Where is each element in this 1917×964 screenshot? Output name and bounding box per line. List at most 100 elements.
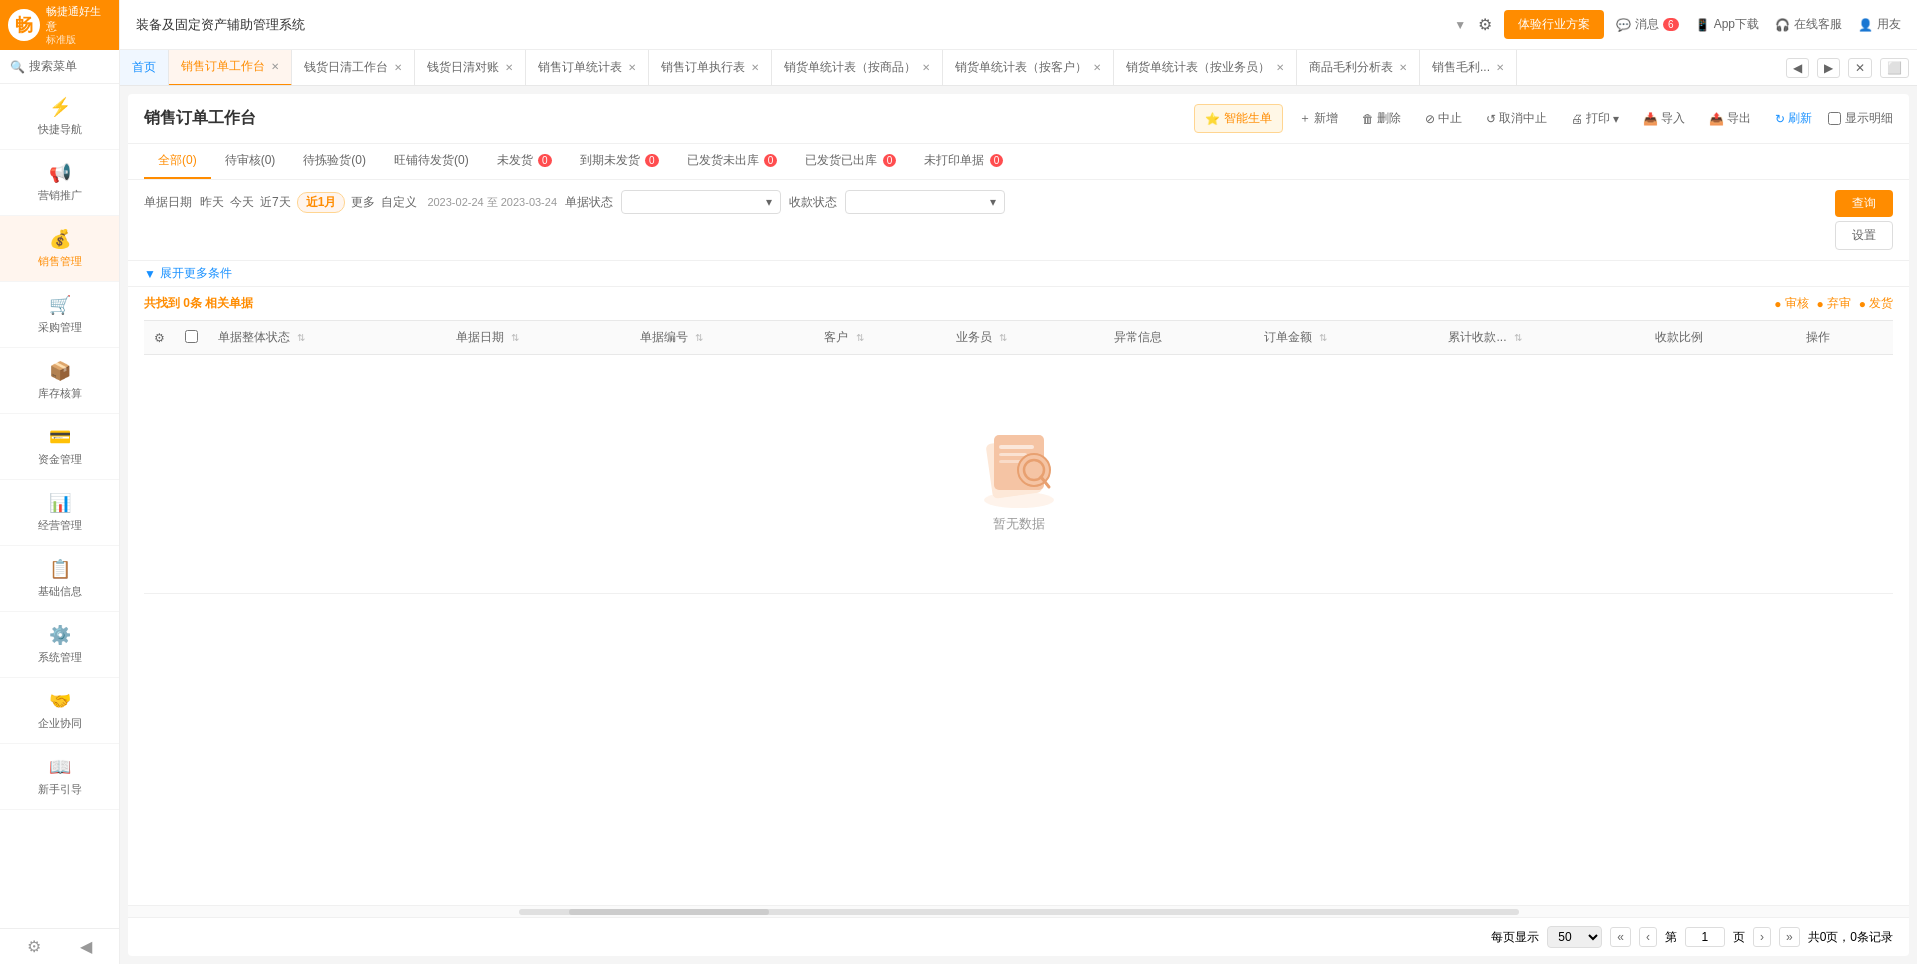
header-gear-icon[interactable]: ⚙ [1478,15,1492,34]
cancel-audit-btn[interactable]: ● 弃审 [1817,295,1851,312]
th-settings[interactable]: ⚙ [144,321,175,355]
tab-cash-daily[interactable]: 钱货日清工作台 ✕ [292,50,415,86]
tab-close-icon-9[interactable]: ✕ [1399,62,1407,73]
page-size-select[interactable]: 50 100 200 [1547,926,1602,948]
sidebar-item-inventory[interactable]: 📦 库存核算 [0,348,119,414]
next-page-btn[interactable]: › [1753,927,1771,947]
title-arrow-icon[interactable]: ▼ [1454,18,1466,32]
sub-tab-pending-audit[interactable]: 待审核(0) [211,144,290,179]
page-number-input[interactable] [1685,927,1725,947]
tab-close-icon-4[interactable]: ✕ [628,62,636,73]
sidebar-search[interactable]: 🔍 搜索菜单 [0,50,119,84]
sidebar-item-purchase[interactable]: 🛒 采购管理 [0,282,119,348]
stop-btn[interactable]: ⊘ 中止 [1417,105,1470,132]
sub-tab-shipped-not-out[interactable]: 已发货未出库 0 [673,144,792,179]
sidebar-item-guide[interactable]: 📖 新手引导 [0,744,119,810]
tab-sales-customer[interactable]: 销货单统计表（按客户） ✕ [943,50,1114,86]
prev-page-btn[interactable]: ‹ [1639,927,1657,947]
sidebar-item-basic[interactable]: 📋 基础信息 [0,546,119,612]
select-all-checkbox[interactable] [185,330,198,343]
date-7days[interactable]: 近7天 [260,194,291,211]
tab-sales-product[interactable]: 销货单统计表（按商品） ✕ [772,50,943,86]
sidebar-item-operations[interactable]: 📊 经营管理 [0,480,119,546]
sidebar-item-sales[interactable]: 💰 销售管理 [0,216,119,282]
online-service-item[interactable]: 🎧 在线客服 [1775,16,1842,33]
sub-tab-all[interactable]: 全部(0) [144,144,211,179]
filter-settings-btn[interactable]: 设置 [1835,221,1893,250]
date-custom[interactable]: 自定义 [381,194,417,211]
payment-status-select[interactable]: ▾ [845,190,1005,214]
last-page-btn[interactable]: » [1779,927,1800,947]
tab-sales-order-workbench[interactable]: 销售订单工作台 ✕ [169,50,292,86]
industry-btn[interactable]: 体验行业方案 [1504,10,1604,39]
tab-maximize-btn[interactable]: ⬜ [1880,58,1909,78]
page-suffix: 页 [1733,929,1745,946]
tab-prev-btn[interactable]: ◀ [1786,58,1809,78]
settings-bottom-icon[interactable]: ⚙ [27,937,41,956]
ship-btn[interactable]: ● 发货 [1859,295,1893,312]
sidebar-item-enterprise[interactable]: 🤝 企业协同 [0,678,119,744]
collapse-icon[interactable]: ◀ [80,937,92,956]
tab-close-icon[interactable]: ✕ [271,61,279,72]
add-btn[interactable]: ＋ 新增 [1291,105,1346,132]
date-1month[interactable]: 近1月 [297,192,346,213]
tab-close-icon-2[interactable]: ✕ [394,62,402,73]
tab-close-icon-7[interactable]: ✕ [1093,62,1101,73]
tab-close-icon-8[interactable]: ✕ [1276,62,1284,73]
sort-icon-6[interactable]: ⇅ [1319,332,1327,343]
export-btn[interactable]: 📤 导出 [1701,105,1759,132]
sort-icon-1[interactable]: ⇅ [511,332,519,343]
tab-margin-analysis[interactable]: 商品毛利分析表 ✕ [1297,50,1420,86]
tab-cash-reconcile[interactable]: 钱货日清对账 ✕ [415,50,526,86]
date-today[interactable]: 今天 [230,194,254,211]
sub-tab-not-shipped[interactable]: 未发货 0 [483,144,566,179]
show-detail-label[interactable]: 显示明细 [1828,110,1893,127]
scrollbar-thumb[interactable] [569,909,769,915]
show-detail-checkbox[interactable] [1828,112,1841,125]
sub-tab-wangpu-ship[interactable]: 旺铺待发货(0) [380,144,483,179]
sidebar-item-finance[interactable]: 💳 资金管理 [0,414,119,480]
tab-next-btn[interactable]: ▶ [1817,58,1840,78]
tab-sales-stats[interactable]: 销售订单统计表 ✕ [526,50,649,86]
tab-sales-margin[interactable]: 销售毛利... ✕ [1420,50,1517,86]
date-yesterday[interactable]: 昨天 [200,194,224,211]
tab-close-icon-3[interactable]: ✕ [505,62,513,73]
ai-gen-btn[interactable]: ⭐ 智能生单 [1194,104,1283,133]
status-select[interactable]: ▾ [621,190,781,214]
date-more[interactable]: 更多 [351,194,375,211]
first-page-btn[interactable]: « [1610,927,1631,947]
scrollbar-track[interactable] [519,909,1519,915]
sub-tab-not-printed[interactable]: 未打印单据 0 [910,144,1017,179]
sidebar-item-marketing[interactable]: 📢 营销推广 [0,150,119,216]
print-btn[interactable]: 🖨 打印 ▾ [1563,105,1627,132]
tab-sales-exec[interactable]: 销售订单执行表 ✕ [649,50,772,86]
expand-btn[interactable]: ▼ 展开更多条件 [144,265,1893,282]
app-download-item[interactable]: 📱 App下载 [1695,16,1759,33]
audit-btn[interactable]: ● 审核 [1774,295,1808,312]
cancel-stop-btn[interactable]: ↺ 取消中止 [1478,105,1555,132]
tab-close-icon-5[interactable]: ✕ [751,62,759,73]
sidebar-item-system[interactable]: ⚙️ 系统管理 [0,612,119,678]
tab-close-icon-10[interactable]: ✕ [1496,62,1504,73]
tab-close-all-btn[interactable]: ✕ [1848,58,1872,78]
delete-btn[interactable]: 🗑 删除 [1354,105,1409,132]
message-item[interactable]: 💬 消息 6 [1616,16,1679,33]
sub-tab-pending-check[interactable]: 待拣验货(0) [289,144,380,179]
import-btn[interactable]: 📥 导入 [1635,105,1693,132]
tab-sales-staff[interactable]: 销货单统计表（按业务员） ✕ [1114,50,1297,86]
sidebar-item-quicknav[interactable]: ⚡ 快捷导航 [0,84,119,150]
th-checkbox[interactable] [175,321,208,355]
sort-icon-0[interactable]: ⇅ [297,332,305,343]
refresh-btn[interactable]: ↻ 刷新 [1767,105,1820,132]
sort-icon-3[interactable]: ⇅ [856,332,864,343]
th-action: 操作 [1796,321,1893,355]
user-item[interactable]: 👤 用友 [1858,16,1901,33]
query-btn[interactable]: 查询 [1835,190,1893,217]
sort-icon-2[interactable]: ⇅ [695,332,703,343]
tab-home[interactable]: 首页 [120,50,169,86]
tab-close-icon-6[interactable]: ✕ [922,62,930,73]
sub-tab-shipped-out[interactable]: 已发货已出库 0 [791,144,910,179]
sort-icon-7[interactable]: ⇅ [1514,332,1522,343]
sub-tab-overdue-ship[interactable]: 到期未发货 0 [566,144,673,179]
sort-icon-4[interactable]: ⇅ [999,332,1007,343]
